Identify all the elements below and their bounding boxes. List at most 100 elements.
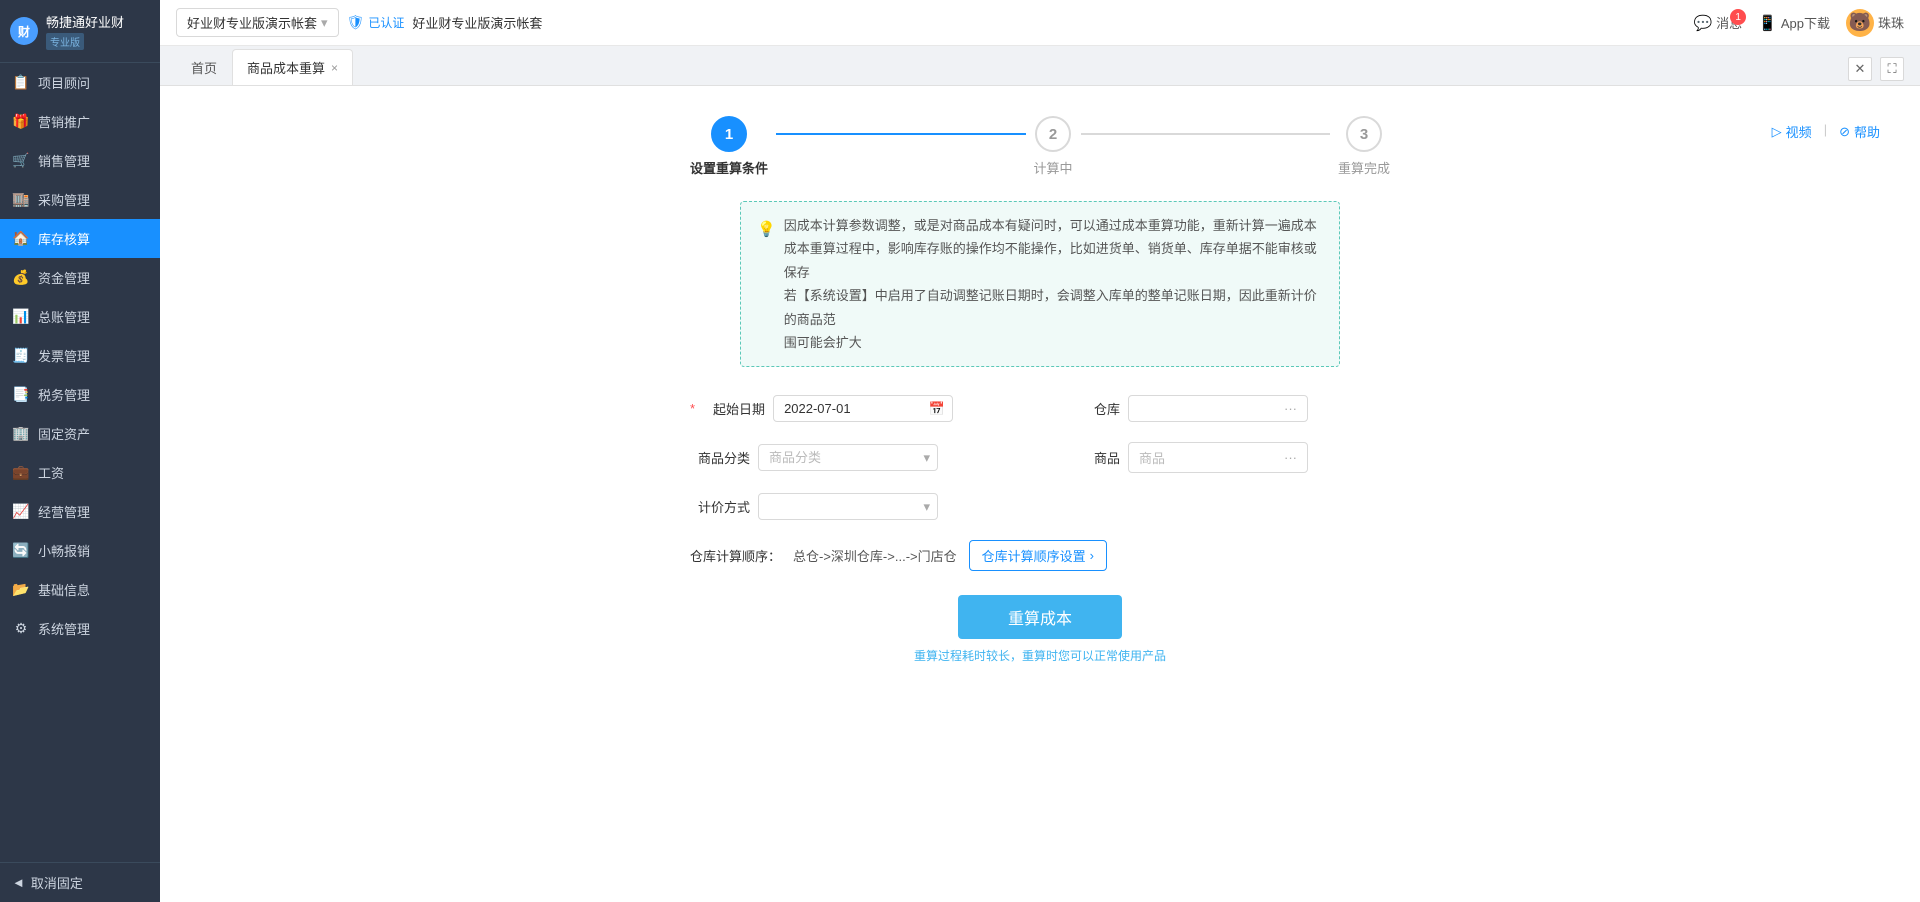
video-btn[interactable]: ▷ 视频 — [1772, 122, 1812, 141]
category-field: 商品分类 商品分类 ▾ — [690, 444, 1020, 471]
sidebar-icon-xiangmu: 📋 — [12, 74, 30, 92]
step-line-1 — [776, 133, 1025, 135]
recalc-hint: 重算过程耗时较长，重算时您可以正常使用产品 — [690, 647, 1390, 664]
sidebar-icon-shuiwu: 📑 — [12, 386, 30, 404]
tabbar-actions: ✕ ⛶ — [1848, 57, 1904, 85]
sidebar-icon-jingying: 📈 — [12, 503, 30, 521]
sidebar-icon-zhangwu: 📊 — [12, 308, 30, 326]
step-2-circle: 2 — [1035, 116, 1071, 152]
steps: 1 设置重算条件 2 计算中 3 重算完成 — [690, 116, 1390, 177]
sidebar-item-kucun[interactable]: 🏠 库存核算 — [0, 219, 160, 258]
sidebar-label-zhangwu: 总账管理 — [38, 307, 90, 326]
sidebar-label-xiangmu: 项目顾问 — [38, 73, 90, 92]
message-btn[interactable]: 💬 消息 1 — [1693, 13, 1742, 32]
sidebar-item-xitong[interactable]: ⚙ 系统管理 — [0, 609, 160, 648]
topbar: 好业财专业版演示帐套 ▾ 🛡 已认证 好业财专业版演示帐套 💬 消息 1 📱 A… — [160, 0, 1920, 46]
sidebar-item-jingying[interactable]: 📈 经营管理 — [0, 492, 160, 531]
tab-home-label: 首页 — [191, 58, 217, 77]
help-links: ▷ 视频 | ⊘ 帮助 — [1772, 122, 1880, 141]
goods-input[interactable]: 商品 ··· — [1128, 442, 1308, 473]
sidebar-item-yingxiao[interactable]: 🎁 营销推广 — [0, 102, 160, 141]
info-line-3: 若【系统设置】中启用了自动调整记账日期时，会调整入库单的整单记账日期，因此重新计… — [784, 284, 1323, 331]
pricing-select[interactable] — [758, 493, 938, 520]
sidebar-icon-jichu: 📂 — [12, 581, 30, 599]
sidebar-label-fapiao: 发票管理 — [38, 346, 90, 365]
help-label: 帮助 — [1854, 122, 1880, 141]
app-download-label: App下载 — [1781, 13, 1830, 32]
form-row-3: 计价方式 ▾ — [690, 493, 1390, 520]
goods-placeholder: 商品 — [1139, 448, 1284, 467]
start-date-field: * 起始日期 📅 — [690, 395, 1020, 422]
sidebar-icon-gudingzichan: 🏢 — [12, 425, 30, 443]
chevron-down-icon: ▾ — [321, 15, 328, 31]
goods-label: 商品 — [1060, 448, 1120, 467]
user-avatar-area[interactable]: 🐻 珠珠 — [1846, 9, 1904, 37]
video-label: 视频 — [1786, 122, 1812, 141]
verified-label: 已认证 — [368, 14, 404, 31]
sidebar: 财 畅捷通好业财 专业版 📋 项目顾问 🎁 营销推广 🛒 销售管理 🏬 采购管理… — [0, 0, 160, 902]
category-select[interactable]: 商品分类 — [758, 444, 938, 471]
step-1-circle: 1 — [711, 116, 747, 152]
warehouse-input[interactable]: ··· — [1128, 395, 1308, 422]
sidebar-item-gongzi[interactable]: 💼 工资 — [0, 453, 160, 492]
warehouse-order-label: 仓库计算顺序： — [690, 546, 781, 565]
tab-cost-label: 商品成本重算 — [247, 58, 325, 77]
goods-field: 商品 商品 ··· — [1060, 442, 1390, 473]
chevron-right-icon: › — [1090, 548, 1094, 563]
tabbar: 首页 商品成本重算 × ✕ ⛶ — [160, 46, 1920, 86]
info-icon: 💡 — [757, 216, 776, 354]
sidebar-label-xitong: 系统管理 — [38, 619, 90, 638]
sidebar-label-xiaoshou: 销售管理 — [38, 151, 90, 170]
sidebar-item-xiangmu[interactable]: 📋 项目顾问 — [0, 63, 160, 102]
sidebar-label-caigou: 采购管理 — [38, 190, 90, 209]
close-window-btn[interactable]: ✕ — [1848, 57, 1872, 81]
start-date-input[interactable] — [773, 395, 953, 422]
topbar-right: 💬 消息 1 📱 App下载 🐻 珠珠 — [1693, 9, 1904, 37]
required-mark: * — [690, 401, 695, 416]
sidebar-icon-caigou: 🏬 — [12, 191, 30, 209]
user-name: 珠珠 — [1878, 13, 1904, 32]
sidebar-nav: 📋 项目顾问 🎁 营销推广 🛒 销售管理 🏬 采购管理 🏠 库存核算 💰 资金管… — [0, 63, 160, 862]
category-label: 商品分类 — [690, 448, 750, 467]
sidebar-item-jichu[interactable]: 📂 基础信息 — [0, 570, 160, 609]
sidebar-item-shuiwu[interactable]: 📑 税务管理 — [0, 375, 160, 414]
sidebar-icon-yingxiao: 🎁 — [12, 113, 30, 131]
sidebar-item-caigou[interactable]: 🏬 采购管理 — [0, 180, 160, 219]
warehouse-order-row: 仓库计算顺序： 总仓->深圳仓库->...->门店仓 仓库计算顺序设置 › — [690, 540, 1390, 571]
sidebar-label-zijin: 资金管理 — [38, 268, 90, 287]
recalc-btn-label: 重算成本 — [1008, 611, 1072, 628]
account-select[interactable]: 好业财专业版演示帐套 ▾ — [176, 8, 339, 37]
sidebar-item-zhangwu[interactable]: 📊 总账管理 — [0, 297, 160, 336]
step-3-circle: 3 — [1346, 116, 1382, 152]
calendar-icon[interactable]: 📅 — [929, 401, 945, 417]
sidebar-icon-xitong: ⚙ — [12, 620, 30, 638]
pricing-field: 计价方式 ▾ — [690, 493, 1020, 520]
help-btn[interactable]: ⊘ 帮助 — [1839, 122, 1880, 141]
tab-home[interactable]: 首页 — [176, 49, 232, 85]
notification-badge: 1 — [1730, 9, 1746, 25]
recalc-btn[interactable]: 重算成本 — [958, 595, 1122, 639]
tabbar-tabs: 首页 商品成本重算 × — [176, 49, 353, 85]
warehouse-label: 仓库 — [1060, 399, 1120, 418]
step-3-label: 重算完成 — [1338, 158, 1390, 177]
help-icon: ⊘ — [1839, 124, 1850, 140]
sidebar-icon-gongzi: 💼 — [12, 464, 30, 482]
sidebar-item-xiaopao[interactable]: 🔄 小畅报销 — [0, 531, 160, 570]
info-line-1: 因成本计算参数调整，或是对商品成本有疑问时，可以通过成本重算功能，重新计算一遍成… — [784, 214, 1323, 237]
sidebar-item-zijin[interactable]: 💰 资金管理 — [0, 258, 160, 297]
sidebar-item-fapiao[interactable]: 🧾 发票管理 — [0, 336, 160, 375]
message-icon: 💬 — [1693, 14, 1712, 32]
step-2: 2 计算中 — [1034, 116, 1073, 177]
sidebar-item-gudingzichan[interactable]: 🏢 固定资产 — [0, 414, 160, 453]
tab-cost-recalc[interactable]: 商品成本重算 × — [232, 49, 353, 85]
cancel-fixed-btn[interactable]: ◄ 取消固定 — [0, 862, 160, 902]
sidebar-icon-fapiao: 🧾 — [12, 347, 30, 365]
sidebar-item-xiaoshou[interactable]: 🛒 销售管理 — [0, 141, 160, 180]
maximize-btn[interactable]: ⛶ — [1880, 57, 1904, 81]
app-download-btn[interactable]: 📱 App下载 — [1758, 13, 1830, 32]
tab-close-icon[interactable]: × — [331, 61, 338, 75]
warehouse-order-btn[interactable]: 仓库计算顺序设置 › — [969, 540, 1107, 571]
step-1-label: 设置重算条件 — [690, 158, 768, 177]
sidebar-label-gudingzichan: 固定资产 — [38, 424, 90, 443]
sidebar-label-jingying: 经营管理 — [38, 502, 90, 521]
